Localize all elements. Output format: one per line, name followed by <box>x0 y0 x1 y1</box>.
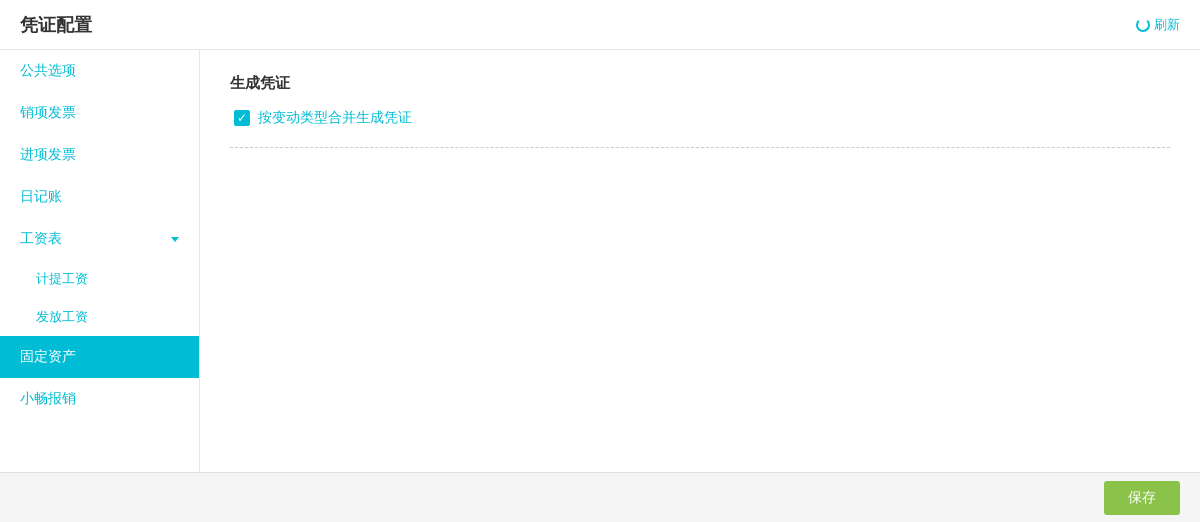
refresh-button[interactable]: 刷新 <box>1136 16 1180 34</box>
sidebar-item-label: 日记账 <box>20 188 62 206</box>
sidebar-item-expense[interactable]: 小畅报销 <box>0 378 199 420</box>
sidebar-item-label: 销项发票 <box>20 104 76 122</box>
merge-voucher-checkbox[interactable] <box>234 110 250 126</box>
sidebar-item-payroll[interactable]: 工资表 <box>0 218 199 260</box>
sidebar-item-sales[interactable]: 销项发票 <box>0 92 199 134</box>
sidebar-item-calc-salary[interactable]: 计提工资 <box>0 260 199 298</box>
section-divider <box>230 147 1170 148</box>
sidebar-item-label: 进项发票 <box>20 146 76 164</box>
sidebar-subitem-label: 计提工资 <box>36 271 88 286</box>
sidebar-item-public[interactable]: 公共选项 <box>0 50 199 92</box>
sidebar-item-fixed-assets[interactable]: 固定资产 <box>0 336 199 378</box>
chevron-down-icon <box>171 237 179 242</box>
header: 凭证配置 刷新 <box>0 0 1200 50</box>
sidebar-item-label: 工资表 <box>20 230 62 248</box>
footer: 保存 <box>0 472 1200 522</box>
sidebar-item-label: 公共选项 <box>20 62 76 80</box>
checkbox-row: 按变动类型合并生成凭证 <box>234 109 1170 127</box>
page-title: 凭证配置 <box>20 13 92 37</box>
sidebar-item-purchase[interactable]: 进项发票 <box>0 134 199 176</box>
sidebar-item-label: 小畅报销 <box>20 390 76 408</box>
sidebar-item-journal[interactable]: 日记账 <box>0 176 199 218</box>
section-title: 生成凭证 <box>230 74 1170 93</box>
refresh-icon <box>1136 18 1150 32</box>
sidebar-item-pay-salary[interactable]: 发放工资 <box>0 298 199 336</box>
checkbox-label: 按变动类型合并生成凭证 <box>258 109 412 127</box>
sidebar-item-label: 固定资产 <box>20 348 76 366</box>
sidebar: 公共选项 销项发票 进项发票 日记账 工资表 计提工资 发放工资 固定资产 <box>0 50 200 472</box>
sidebar-subitem-label: 发放工资 <box>36 309 88 324</box>
refresh-label: 刷新 <box>1154 16 1180 34</box>
save-button[interactable]: 保存 <box>1104 481 1180 515</box>
main-content: 生成凭证 按变动类型合并生成凭证 <box>200 50 1200 472</box>
content-area: 公共选项 销项发票 进项发票 日记账 工资表 计提工资 发放工资 固定资产 <box>0 50 1200 472</box>
